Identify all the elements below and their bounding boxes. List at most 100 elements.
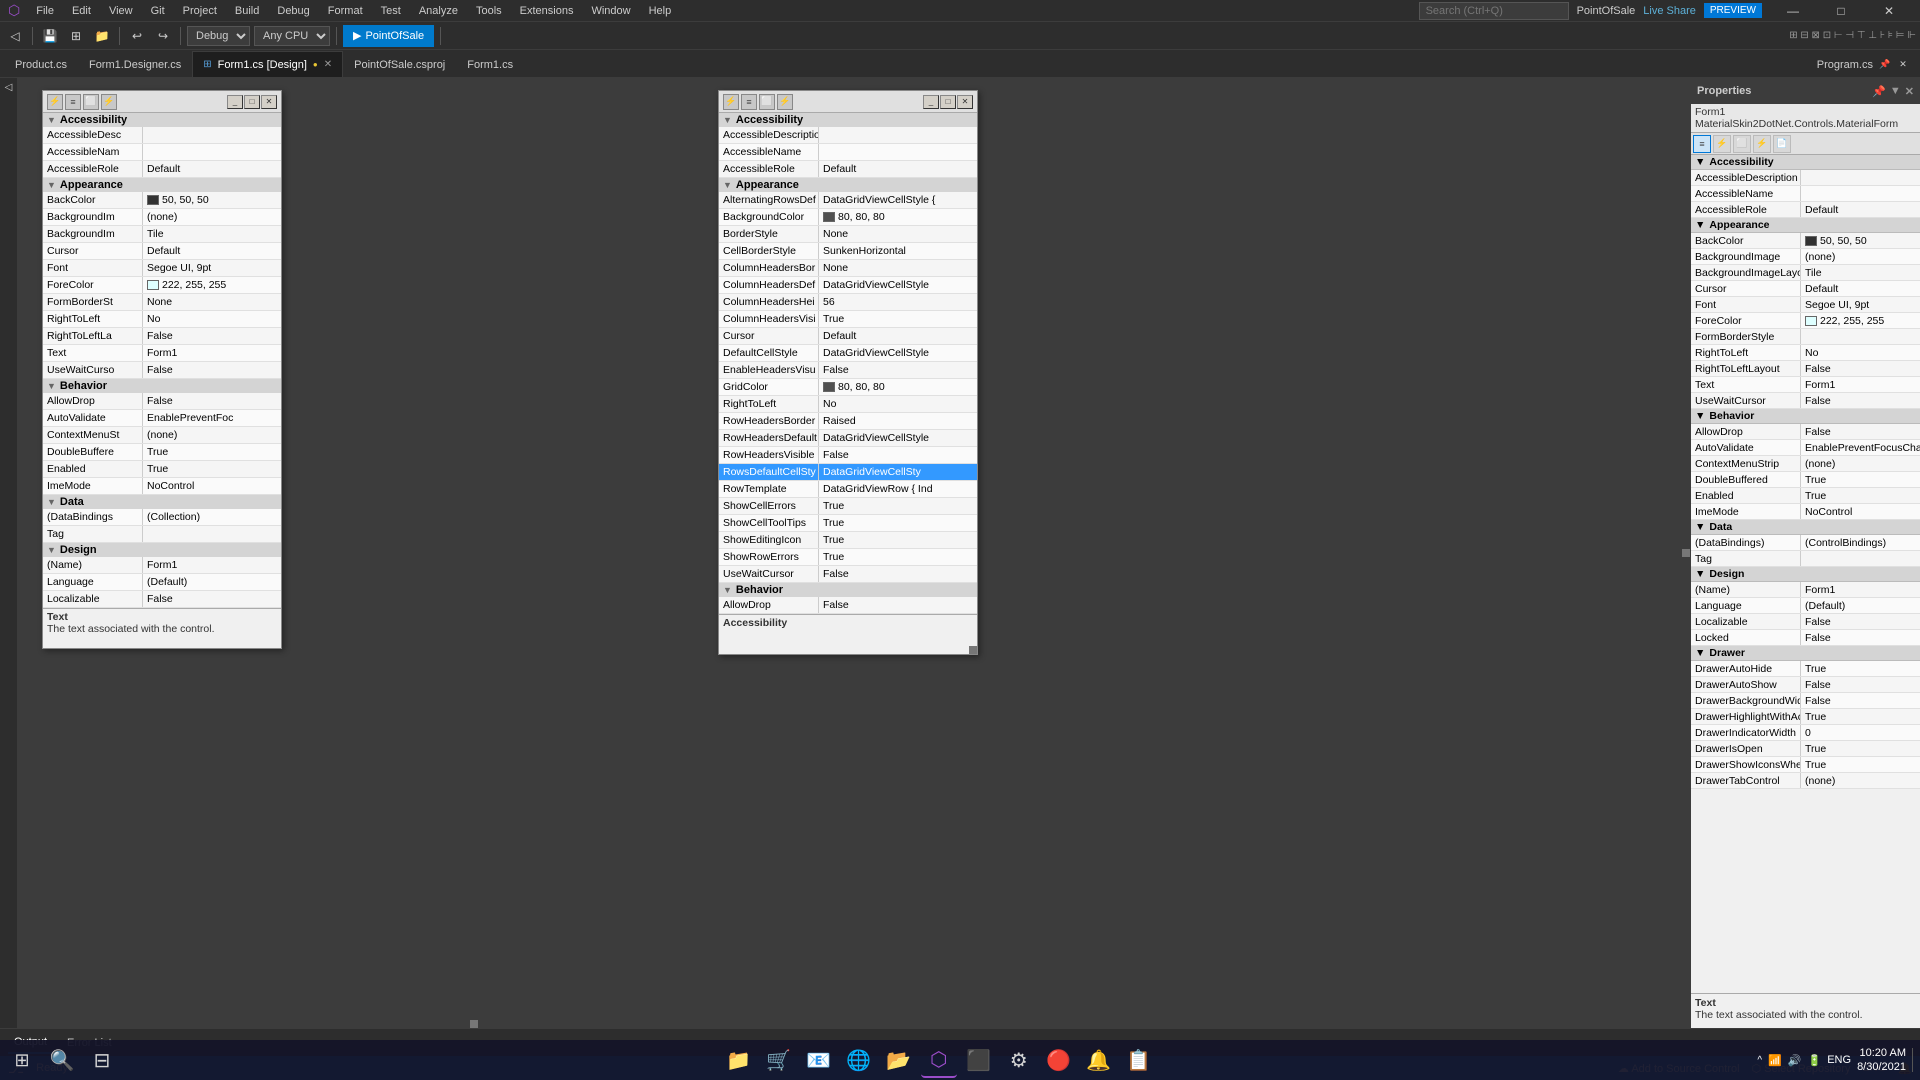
ide-prop-accessiblename[interactable]: AccessibleName <box>1691 186 1920 202</box>
taskbar-mail[interactable]: 📧 <box>801 1042 837 1078</box>
taskview-button[interactable]: ⊟ <box>84 1042 120 1078</box>
dg-prop-showeditingicon[interactable]: ShowEditingIcon True <box>719 532 977 549</box>
left-prop-backgroundim2[interactable]: BackgroundIm Tile <box>43 226 281 243</box>
taskbar-terminal[interactable]: ⬛ <box>961 1042 997 1078</box>
ide-prop-drawershowiconswhen[interactable]: DrawerShowIconsWhen True <box>1691 757 1920 773</box>
menu-file[interactable]: File <box>28 3 62 19</box>
ide-panel-dropdown-icon[interactable]: ▼ <box>1890 85 1901 98</box>
design-surface-bottom-handle[interactable] <box>470 1020 478 1028</box>
ide-panel-close-icon[interactable]: ✕ <box>1905 85 1914 98</box>
dg-prop-accessibledesc[interactable]: AccessibleDescriptio <box>719 127 977 144</box>
close-button[interactable]: ✕ <box>1866 0 1912 22</box>
left-prop-righttoleft[interactable]: RightToLeft No <box>43 311 281 328</box>
volume-icon[interactable]: 🔊 <box>1788 1054 1802 1067</box>
dg-panel-resize-handle[interactable] <box>969 646 977 654</box>
ide-section-behavior[interactable]: ▼ Behavior <box>1691 409 1920 424</box>
taskbar-app1[interactable]: 🔴 <box>1041 1042 1077 1078</box>
dg-props-icon[interactable]: ⬜ <box>759 94 775 110</box>
taskbar-vs[interactable]: ⬡ <box>921 1042 957 1078</box>
left-prop-font[interactable]: Font Segoe UI, 9pt <box>43 260 281 277</box>
dg-events-icon[interactable]: ⚡ <box>777 94 793 110</box>
tab-form1-cs[interactable]: Form1.cs <box>456 51 524 77</box>
ide-prop-righttoleft[interactable]: RightToLeft No <box>1691 345 1920 361</box>
dg-prop-rowheadersvisible[interactable]: RowHeadersVisible False <box>719 447 977 464</box>
ide-prop-forecolor[interactable]: ForeColor 222, 255, 255 <box>1691 313 1920 329</box>
platform-dropdown[interactable]: Any CPU <box>254 26 330 46</box>
left-prop-accessiblerole[interactable]: AccessibleRole Default <box>43 161 281 178</box>
toolbar-back-button[interactable]: ◁ <box>4 25 26 47</box>
live-share-button[interactable]: Live Share <box>1643 5 1696 17</box>
ide-prop-drawerisopen[interactable]: DrawerIsOpen True <box>1691 741 1920 757</box>
menu-debug[interactable]: Debug <box>269 3 317 19</box>
toolbar-undo-button[interactable]: ↩ <box>126 25 148 47</box>
dg-section-appearance[interactable]: ▼ Appearance <box>719 178 977 192</box>
sidebar-toggle-icon[interactable]: ◁ <box>5 82 13 93</box>
ide-prop-localizable[interactable]: Localizable False <box>1691 614 1920 630</box>
prop-value-accessiblenam[interactable] <box>143 144 281 160</box>
ide-section-drawer[interactable]: ▼ Drawer <box>1691 646 1920 661</box>
dg-prop-allowdrop[interactable]: AllowDrop False <box>719 597 977 614</box>
ide-sort-alpha-button[interactable]: ⚡ <box>1713 135 1731 153</box>
taskbar-edge[interactable]: 🌐 <box>841 1042 877 1078</box>
ide-prop-drawerhighlightwithac[interactable]: DrawerHighlightWithAc True <box>1691 709 1920 725</box>
ide-prop-imemode[interactable]: ImeMode NoControl <box>1691 504 1920 520</box>
left-prop-forecolor[interactable]: ForeColor 222, 255, 255 <box>43 277 281 294</box>
left-prop-text[interactable]: Text Form1 <box>43 345 281 362</box>
panel-props-icon[interactable]: ⬜ <box>83 94 99 110</box>
dg-prop-accessiblerole[interactable]: AccessibleRole Default <box>719 161 977 178</box>
menu-build[interactable]: Build <box>227 3 267 19</box>
dg-prop-borderstyle[interactable]: BorderStyle None <box>719 226 977 243</box>
ide-section-accessibility[interactable]: ▼ Accessibility <box>1691 155 1920 170</box>
ide-prop-value-accessiblename[interactable] <box>1801 186 1920 201</box>
dg-prop-backgroundcolor[interactable]: BackgroundColor 80, 80, 80 <box>719 209 977 226</box>
left-prop-allowdrop[interactable]: AllowDrop False <box>43 393 281 410</box>
dg-prop-rowsdefaultcellsty[interactable]: RowsDefaultCellSty DataGridViewCellSty <box>719 464 977 481</box>
dg-prop-gridcolor[interactable]: GridColor 80, 80, 80 <box>719 379 977 396</box>
tab-close-program-icon[interactable]: ✕ <box>1897 54 1909 76</box>
dg-prop-rowheadersborder[interactable]: RowHeadersBorder Raised <box>719 413 977 430</box>
ide-section-design[interactable]: ▼ Design <box>1691 567 1920 582</box>
tab-form1-designer[interactable]: Form1.Designer.cs <box>78 51 192 77</box>
search-taskbar-button[interactable]: 🔍 <box>44 1042 80 1078</box>
tab-form1-design[interactable]: ⊞ Form1.cs [Design] ● ✕ <box>192 51 343 77</box>
left-prop-localizable[interactable]: Localizable False <box>43 591 281 608</box>
left-prop-formborderst[interactable]: FormBorderSt None <box>43 294 281 311</box>
left-prop-backcolor[interactable]: BackColor 50, 50, 50 <box>43 192 281 209</box>
dg-prop-rowheadersdefault[interactable]: RowHeadersDefault DataGridViewCellStyle <box>719 430 977 447</box>
left-prop-cursor[interactable]: Cursor Default <box>43 243 281 260</box>
dg-prop-colheadershei[interactable]: ColumnHeadersHei 56 <box>719 294 977 311</box>
ide-prop-autovalidate[interactable]: AutoValidate EnablePreventFocusCha <box>1691 440 1920 456</box>
dg-prop-showcelerrors[interactable]: ShowCellErrors True <box>719 498 977 515</box>
dg-section-behavior[interactable]: ▼ Behavior <box>719 583 977 597</box>
dg-sort-cat-icon[interactable]: ≡ <box>741 94 757 110</box>
taskbar-file-explorer[interactable]: 📁 <box>721 1042 757 1078</box>
ide-prop-language[interactable]: Language (Default) <box>1691 598 1920 614</box>
menu-extensions[interactable]: Extensions <box>512 3 582 19</box>
ide-prop-accessibledesc[interactable]: AccessibleDescription <box>1691 170 1920 186</box>
dg-prop-accessiblename[interactable]: AccessibleName <box>719 144 977 161</box>
ide-prop-value-tag[interactable] <box>1801 551 1920 566</box>
ide-prop-value-accessibledesc[interactable] <box>1801 170 1920 185</box>
left-section-design[interactable]: ▼ Design <box>43 543 281 557</box>
left-section-appearance[interactable]: ▼ Appearance <box>43 178 281 192</box>
dg-prop-defaultcellstyle[interactable]: DefaultCellStyle DataGridViewCellStyle <box>719 345 977 362</box>
dg-prop-showrowerrors[interactable]: ShowRowErrors True <box>719 549 977 566</box>
ide-prop-drawerindicatorwidth[interactable]: DrawerIndicatorWidth 0 <box>1691 725 1920 741</box>
ide-prop-tag[interactable]: Tag <box>1691 551 1920 567</box>
dg-prop-colheadersbor[interactable]: ColumnHeadersBor None <box>719 260 977 277</box>
toolbar-save-button[interactable]: 💾 <box>39 25 61 47</box>
taskbar-store[interactable]: 🛒 <box>761 1042 797 1078</box>
ide-prop-drawertabcontrol[interactable]: DrawerTabControl (none) <box>1691 773 1920 789</box>
show-desktop-button[interactable] <box>1912 1048 1916 1072</box>
dg-prop-usewaitcursor[interactable]: UseWaitCursor False <box>719 566 977 583</box>
left-prop-databindings[interactable]: (DataBindings (Collection) <box>43 509 281 526</box>
dg-prop-showcelltooltips[interactable]: ShowCellToolTips True <box>719 515 977 532</box>
ide-prop-name-row[interactable]: (Name) Form1 <box>1691 582 1920 598</box>
ide-prop-locked[interactable]: Locked False <box>1691 630 1920 646</box>
panel-sort-alpha-icon[interactable]: ⚡ <box>47 94 63 110</box>
dg-prop-cellborderstyle[interactable]: CellBorderStyle SunkenHorizontal <box>719 243 977 260</box>
tab-close-icon[interactable]: ✕ <box>324 59 332 70</box>
panel-events-icon[interactable]: ⚡ <box>101 94 117 110</box>
dg-prop-righttoleft[interactable]: RightToLeft No <box>719 396 977 413</box>
dg-prop-colheadersdef[interactable]: ColumnHeadersDef DataGridViewCellStyle <box>719 277 977 294</box>
